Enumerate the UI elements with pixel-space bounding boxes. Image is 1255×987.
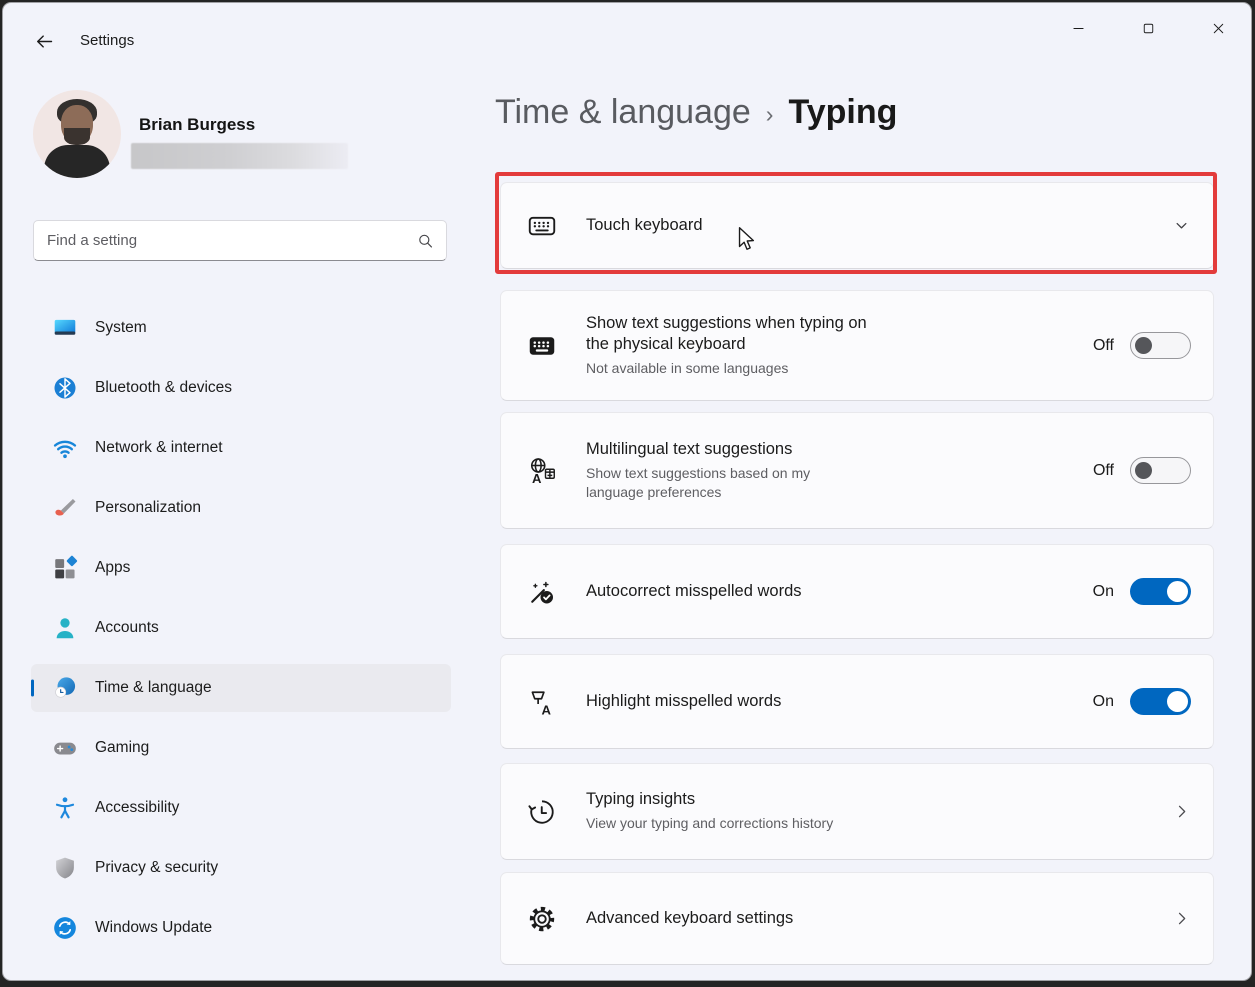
breadcrumb-separator-icon: › bbox=[766, 101, 774, 128]
redacted-email-bar bbox=[131, 143, 348, 169]
translate-icon: A bbox=[526, 456, 558, 486]
maximize-icon bbox=[1140, 20, 1157, 37]
setting-card-touch-keyboard[interactable]: Touch keyboard bbox=[500, 182, 1214, 269]
toggle-state-label: On bbox=[1093, 583, 1114, 601]
sidebar-item-windows-update[interactable]: Windows Update bbox=[31, 904, 451, 952]
maximize-button[interactable] bbox=[1125, 11, 1171, 45]
sidebar-item-bluetooth-and-devices[interactable]: Bluetooth & devices bbox=[31, 364, 451, 412]
sidebar-item-apps[interactable]: Apps bbox=[31, 544, 451, 592]
chevron-down-icon[interactable] bbox=[1172, 216, 1191, 235]
network-icon bbox=[52, 435, 78, 461]
setting-title: Advanced keyboard settings bbox=[586, 908, 793, 930]
page-title: Typing bbox=[788, 93, 897, 132]
window-controls bbox=[1055, 11, 1241, 45]
setting-card-highlight-misspelled-words[interactable]: A Highlight misspelled words On bbox=[500, 654, 1214, 749]
sidebar-item-time-and-language[interactable]: Time & language bbox=[31, 664, 451, 712]
sidebar-item-privacy-and-security[interactable]: Privacy & security bbox=[31, 844, 451, 892]
privacy-icon bbox=[52, 855, 78, 881]
sidebar-item-system[interactable]: System bbox=[31, 304, 451, 352]
setting-subtitle: View your typing and corrections history bbox=[586, 814, 833, 833]
chevron-right-icon[interactable] bbox=[1172, 909, 1191, 928]
minimize-button[interactable] bbox=[1055, 11, 1101, 45]
system-icon bbox=[52, 315, 78, 341]
setting-title: Multilingual text suggestions bbox=[586, 439, 836, 461]
search-box bbox=[33, 220, 447, 261]
setting-title: Autocorrect misspelled words bbox=[586, 581, 802, 603]
back-button[interactable] bbox=[27, 25, 61, 57]
setting-title: Show text suggestions when typing on the… bbox=[586, 313, 871, 357]
breadcrumb-parent[interactable]: Time & language bbox=[495, 93, 751, 132]
sidebar-item-network-and-internet[interactable]: Network & internet bbox=[31, 424, 451, 472]
setting-card-typing-insights[interactable]: Typing insights View your typing and cor… bbox=[500, 763, 1214, 860]
toggle-multilingual-text-suggestions[interactable] bbox=[1130, 457, 1191, 484]
keyboard-filled-icon bbox=[526, 331, 558, 361]
accessibility-icon bbox=[52, 795, 78, 821]
svg-text:A: A bbox=[532, 471, 542, 486]
settings-card-list: Touch keyboard Show text suggestions whe… bbox=[500, 180, 1214, 965]
sidebar-nav: System Bluetooth & devices Network & int… bbox=[31, 304, 451, 964]
setting-card-autocorrect-misspelled-words[interactable]: Autocorrect misspelled words On bbox=[500, 544, 1214, 639]
close-button[interactable] bbox=[1195, 11, 1241, 45]
sidebar-item-gaming[interactable]: Gaming bbox=[31, 724, 451, 772]
toggle-state-label: On bbox=[1093, 693, 1114, 711]
settings-window: Settings Brian Burgess System Bluetooth … bbox=[2, 2, 1252, 981]
history-icon bbox=[526, 797, 558, 827]
apps-icon bbox=[52, 555, 78, 581]
search-icon bbox=[416, 231, 435, 250]
setting-card-show-text-suggestions-when-typing-on-the-physical-keyboard[interactable]: Show text suggestions when typing on the… bbox=[500, 290, 1214, 401]
toggle-show-text-suggestions-when-typing-on-the-physical-keyboard[interactable] bbox=[1130, 332, 1191, 359]
chevron-right-icon[interactable] bbox=[1172, 802, 1191, 821]
toggle-highlight-misspelled-words[interactable] bbox=[1130, 688, 1191, 715]
keyboard-outline-icon bbox=[526, 211, 558, 241]
search-input[interactable] bbox=[34, 221, 446, 260]
personalization-icon bbox=[52, 495, 78, 521]
setting-title: Highlight misspelled words bbox=[586, 691, 781, 713]
autocorrect-wand-icon bbox=[526, 577, 558, 607]
setting-card-advanced-keyboard-settings[interactable]: Advanced keyboard settings bbox=[500, 872, 1214, 965]
profile-name: Brian Burgess bbox=[139, 115, 255, 135]
toggle-autocorrect-misspelled-words[interactable] bbox=[1130, 578, 1191, 605]
app-title: Settings bbox=[80, 32, 134, 49]
sidebar-item-accounts[interactable]: Accounts bbox=[31, 604, 451, 652]
breadcrumb: Time & language › Typing bbox=[495, 93, 897, 132]
toggle-state-label: Off bbox=[1093, 462, 1114, 480]
time-language-icon bbox=[52, 675, 78, 701]
gaming-icon bbox=[52, 735, 78, 761]
setting-subtitle: Show text suggestions based on my langua… bbox=[586, 464, 836, 503]
minimize-icon bbox=[1070, 20, 1087, 37]
setting-title: Touch keyboard bbox=[586, 215, 703, 237]
setting-card-multilingual-text-suggestions[interactable]: A Multilingual text suggestions Show tex… bbox=[500, 412, 1214, 529]
windows-update-icon bbox=[52, 915, 78, 941]
svg-text:A: A bbox=[542, 702, 552, 717]
back-arrow-icon bbox=[34, 31, 55, 52]
avatar bbox=[33, 90, 121, 178]
toggle-state-label: Off bbox=[1093, 337, 1114, 355]
setting-title: Typing insights bbox=[586, 789, 833, 811]
proofing-pen-icon: A bbox=[526, 687, 558, 717]
bluetooth-icon bbox=[52, 375, 78, 401]
close-icon bbox=[1210, 20, 1227, 37]
setting-subtitle: Not available in some languages bbox=[586, 359, 871, 378]
accounts-icon bbox=[52, 615, 78, 641]
gear-icon bbox=[526, 904, 558, 934]
sidebar-item-accessibility[interactable]: Accessibility bbox=[31, 784, 451, 832]
sidebar-item-personalization[interactable]: Personalization bbox=[31, 484, 451, 532]
